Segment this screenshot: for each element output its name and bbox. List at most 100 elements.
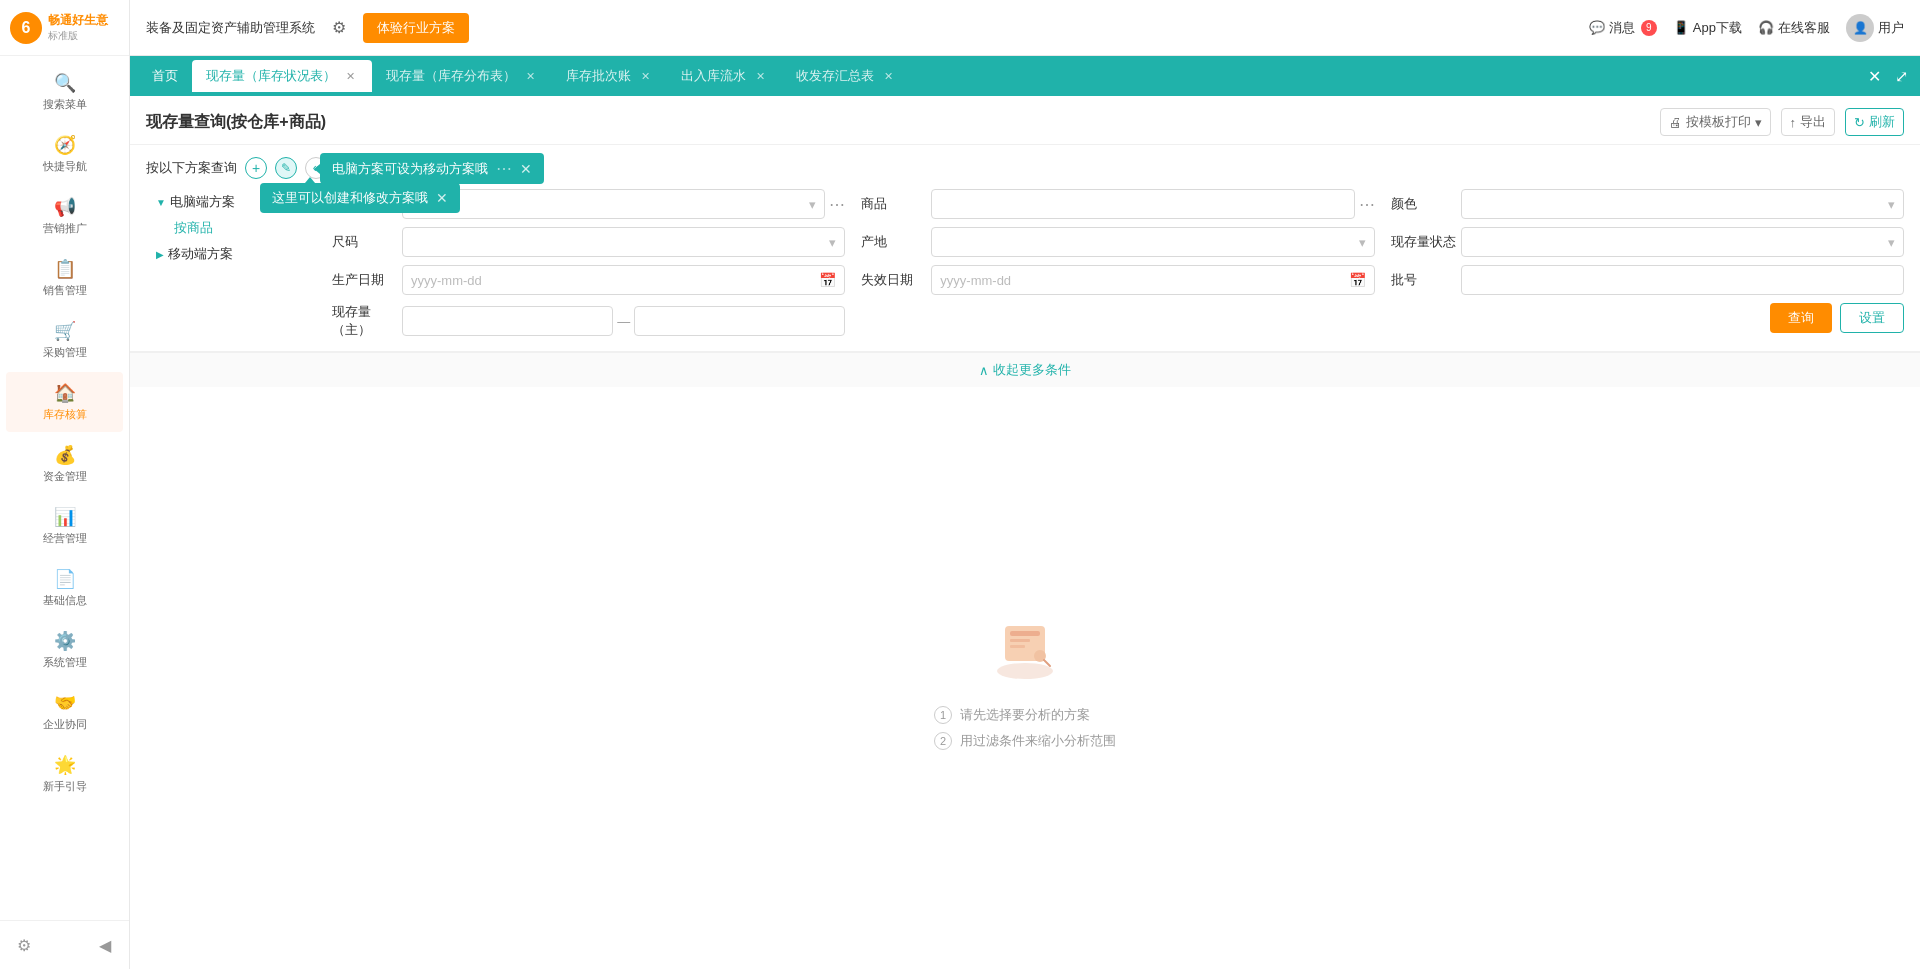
expire-date-placeholder: yyyy-mm-dd: [940, 273, 1011, 288]
cooperation-label: 企业协同: [43, 717, 87, 732]
filter-row-goods: 商品 ⋯: [861, 189, 1374, 219]
sidebar-item-sales[interactable]: 📋销售管理: [6, 248, 123, 308]
sidebar-item-search[interactable]: 🔍搜索菜单: [6, 62, 123, 122]
filter-row-batch: 批号: [1391, 265, 1904, 295]
warehouse-dots-icon[interactable]: ⋯: [829, 195, 845, 214]
headset-icon: 🎧: [1758, 20, 1774, 35]
support-label: 在线客服: [1778, 19, 1830, 37]
refresh-button[interactable]: ↻ 刷新: [1845, 108, 1904, 136]
sales-icon: 📋: [54, 258, 76, 280]
expire-date-input[interactable]: yyyy-mm-dd 📅: [931, 265, 1374, 295]
message-item[interactable]: 💬 消息 9: [1589, 19, 1657, 37]
mobile-arrow-icon: ▶: [156, 249, 164, 260]
support-item[interactable]: 🎧 在线客服: [1758, 19, 1830, 37]
sidebar-item-system[interactable]: ⚙️系统管理: [6, 620, 123, 680]
goods-select[interactable]: [931, 189, 1354, 219]
tooltip1-close[interactable]: ✕: [520, 161, 532, 177]
user-item[interactable]: 👤 用户: [1846, 14, 1904, 42]
tab-receive_summary[interactable]: 收发存汇总表✕: [782, 60, 910, 92]
search-label: 搜索菜单: [43, 97, 87, 112]
batch-input[interactable]: [1461, 265, 1904, 295]
tooltip1-text: 电脑方案可设为移动方案哦: [332, 160, 488, 178]
print-button[interactable]: 🖨 按模板打印 ▾: [1660, 108, 1771, 136]
filter-add-button[interactable]: +: [245, 157, 267, 179]
filter-row-prod-date: 生产日期 yyyy-mm-dd 📅: [332, 265, 845, 295]
finance-label: 资金管理: [43, 469, 87, 484]
collapse-icon[interactable]: ◀: [91, 931, 119, 959]
size-select[interactable]: ▾: [402, 227, 845, 257]
filter-fields: 仓库 ▾ ⋯ 商品: [332, 189, 1904, 339]
tab-inventory_status[interactable]: 现存量（库存状况表）✕: [192, 60, 372, 92]
guide-icon: 🌟: [54, 754, 76, 776]
cooperation-icon: 🤝: [54, 692, 76, 714]
scheme-mobile[interactable]: ▶ 移动端方案: [146, 241, 316, 267]
tab-close-all-icon[interactable]: ✕: [1864, 65, 1885, 88]
reset-button[interactable]: 设置: [1840, 303, 1904, 333]
filter-row-stock-main: 现存量（主） —: [332, 303, 845, 339]
logo-icon: 6: [10, 12, 42, 44]
search-button[interactable]: 查询: [1770, 303, 1832, 333]
color-select[interactable]: ▾: [1461, 189, 1904, 219]
sidebar-item-purchase[interactable]: 🛒采购管理: [6, 310, 123, 370]
prod-date-input[interactable]: yyyy-mm-dd 📅: [402, 265, 845, 295]
sidebar-logo: 6 畅通好生意 标准版: [0, 0, 129, 56]
tab-close-batch_account[interactable]: ✕: [637, 68, 653, 84]
tab-close-inventory_dist[interactable]: ✕: [522, 68, 538, 84]
filter-edit-button[interactable]: ✎: [275, 157, 297, 179]
scheme-by-goods[interactable]: 按商品: [146, 215, 316, 241]
sidebar-item-marketing[interactable]: 📢营销推广: [6, 186, 123, 246]
settings-icon[interactable]: ⚙: [10, 931, 38, 959]
range-separator: —: [617, 314, 630, 329]
filter-row-size: 尺码 ▾: [332, 227, 845, 257]
sidebar-item-operation[interactable]: 📊经营管理: [6, 496, 123, 556]
sidebar-item-cooperation[interactable]: 🤝 企业协同: [6, 682, 123, 742]
export-button[interactable]: ↑ 导出: [1781, 108, 1836, 136]
sidebar-item-guide[interactable]: 🌟 新手引导: [6, 744, 123, 804]
color-label: 颜色: [1391, 195, 1461, 213]
origin-select[interactable]: ▾: [931, 227, 1374, 257]
tab-batch_account[interactable]: 库存批次账✕: [552, 60, 667, 92]
origin-label: 产地: [861, 233, 931, 251]
tab-close-inventory_status[interactable]: ✕: [342, 68, 358, 84]
tooltip2-close[interactable]: ✕: [436, 190, 448, 206]
sidebar-bottom: ⚙ ◀: [0, 920, 129, 969]
sidebar-item-basic[interactable]: 📄基础信息: [6, 558, 123, 618]
tab-inout_flow[interactable]: 出入库流水 ✕: [667, 60, 782, 92]
scheme-tooltip-2: 这里可以创建和修改方案哦 ✕: [260, 183, 460, 213]
tab-maximize-icon[interactable]: ⤢: [1891, 65, 1912, 88]
tab-home[interactable]: 首页: [138, 60, 192, 92]
app-download-item[interactable]: 📱 App下载: [1673, 19, 1742, 37]
goods-dots-icon[interactable]: ⋯: [1359, 195, 1375, 214]
gear-button[interactable]: ⚙: [325, 14, 353, 42]
empty-hint-2: 2 用过滤条件来缩小分析范围: [934, 732, 1116, 750]
filter-row-stock-status: 现存量状态 ▾: [1391, 227, 1904, 257]
print-arrow: ▾: [1755, 115, 1762, 130]
stock-status-select[interactable]: ▾: [1461, 227, 1904, 257]
guide-label: 新手引导: [43, 779, 87, 794]
origin-arrow-icon: ▾: [1359, 235, 1366, 250]
collapse-label: 收起更多条件: [993, 361, 1071, 379]
industry-button[interactable]: 体验行业方案: [363, 13, 469, 43]
page-header: 现存量查询(按仓库+商品) 🖨 按模板打印 ▾ ↑ 导出 ↻ 刷新: [130, 96, 1920, 145]
tab-close-inout_flow[interactable]: ✕: [752, 68, 768, 84]
message-label: 消息: [1609, 19, 1635, 37]
desktop-arrow-icon: ▼: [156, 197, 166, 208]
warehouse-select[interactable]: ▾: [402, 189, 825, 219]
tab-label-inout_flow: 出入库流水: [681, 67, 746, 85]
collapse-bar[interactable]: ∧ 收起更多条件: [130, 352, 1920, 387]
app-download-label: App下载: [1693, 19, 1742, 37]
sidebar-item-finance[interactable]: 💰资金管理: [6, 434, 123, 494]
warehouse-arrow-icon: ▾: [809, 197, 816, 212]
sidebar-item-inventory[interactable]: 🏠库存核算: [6, 372, 123, 432]
tab-inventory_dist[interactable]: 现存量（库存分布表）✕: [372, 60, 552, 92]
avatar: 👤: [1846, 14, 1874, 42]
prod-date-placeholder: yyyy-mm-dd: [411, 273, 482, 288]
mobile-label: 移动端方案: [168, 245, 233, 263]
stock-main-from[interactable]: [402, 306, 613, 336]
tab-close-receive_summary[interactable]: ✕: [880, 68, 896, 84]
size-arrow-icon: ▾: [829, 235, 836, 250]
expire-date-calendar-icon: 📅: [1349, 272, 1366, 288]
sidebar-item-quick[interactable]: 🧭快捷导航: [6, 124, 123, 184]
stock-main-to[interactable]: [634, 306, 845, 336]
refresh-icon: ↻: [1854, 115, 1865, 130]
